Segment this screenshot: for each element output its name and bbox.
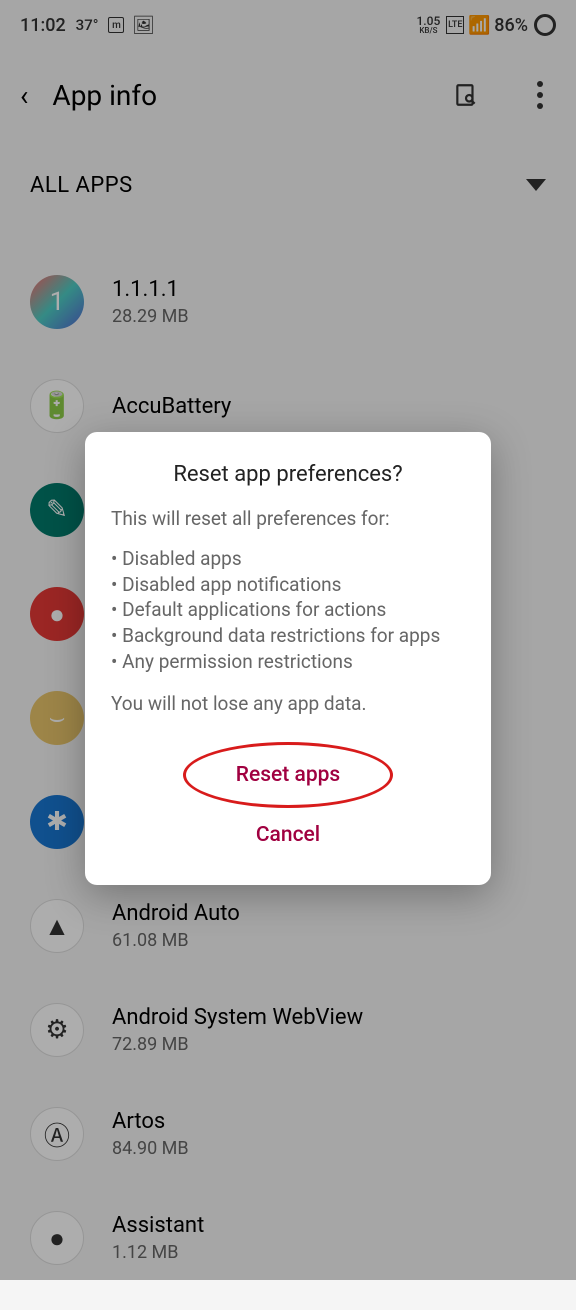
dialog-bullet: • Any permission restrictions: [111, 649, 465, 675]
dialog-bullet: • Background data restrictions for apps: [111, 623, 465, 649]
dialog-intro: This will reset all preferences for:: [111, 507, 465, 530]
reset-dialog: Reset app preferences? This will reset a…: [85, 432, 491, 885]
dialog-title: Reset app preferences?: [111, 462, 465, 487]
reset-button[interactable]: Reset apps: [111, 745, 465, 805]
dialog-bullet: • Default applications for actions: [111, 597, 465, 623]
cancel-button[interactable]: Cancel: [111, 805, 465, 865]
dialog-item-list: • Disabled apps• Disabled app notificati…: [111, 546, 465, 674]
dialog-bullet: • Disabled app notifications: [111, 572, 465, 598]
dialog-note: You will not lose any app data.: [111, 692, 465, 715]
dialog-bullet: • Disabled apps: [111, 546, 465, 572]
